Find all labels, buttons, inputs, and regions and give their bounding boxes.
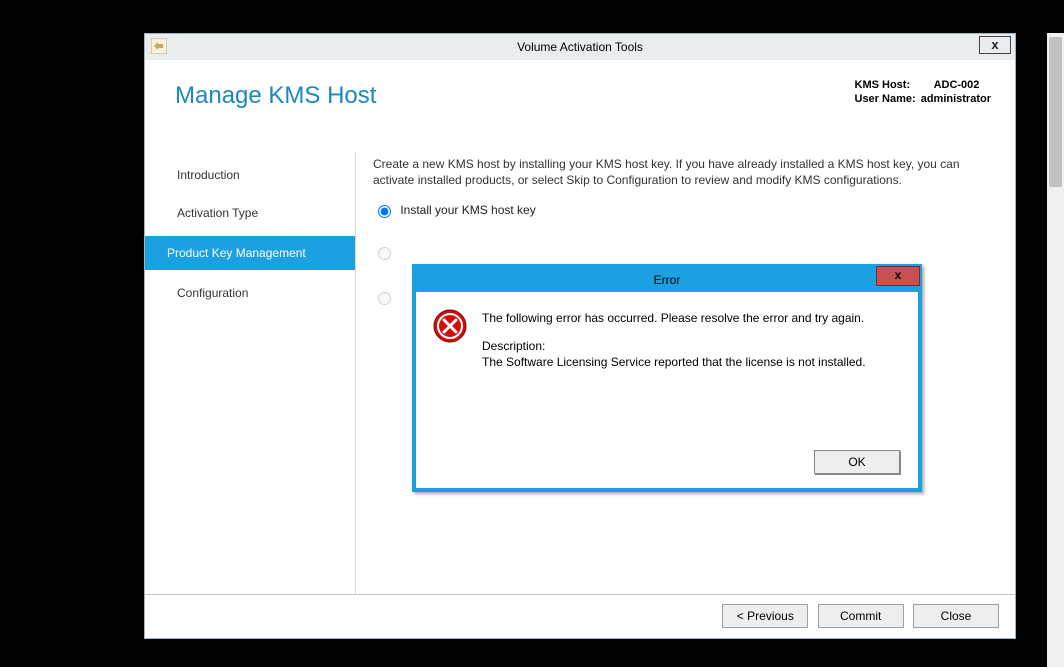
titlebar: Volume Activation Tools x [145, 34, 1015, 61]
commit-button[interactable]: Commit [818, 604, 904, 628]
page-header: Manage KMS Host KMS Host: ADC-002 User N… [145, 60, 1015, 152]
wizard-nav: Introduction Activation Type Product Key… [145, 152, 356, 594]
radio-hidden-2 [378, 292, 391, 305]
radio-install-key-label: Install your KMS host key [400, 203, 535, 217]
radio-install-key[interactable] [378, 205, 391, 218]
error-message: The following error has occurred. Please… [482, 310, 900, 326]
error-footer: OK [416, 444, 918, 488]
error-ok-button[interactable]: OK [814, 450, 900, 474]
kms-host-label: KMS Host: [855, 78, 925, 92]
window-title: Volume Activation Tools [145, 34, 1015, 60]
error-text: The following error has occurred. Please… [482, 310, 900, 370]
error-titlebar: Error x [416, 268, 918, 292]
scrollbar-thumb[interactable] [1049, 37, 1062, 187]
connection-info: KMS Host: ADC-002 User Name: administrat… [855, 78, 992, 106]
nav-item-activation-type[interactable]: Activation Type [165, 198, 335, 228]
nav-item-introduction[interactable]: Introduction [165, 160, 335, 190]
page-title: Manage KMS Host [175, 82, 376, 110]
error-title: Error [416, 268, 918, 292]
user-name-label: User Name: [855, 92, 916, 106]
option-install-key[interactable]: Install your KMS host key [373, 202, 995, 218]
error-close-button[interactable]: x [876, 266, 920, 286]
page-scrollbar[interactable] [1047, 33, 1064, 667]
nav-item-product-key-management[interactable]: Product Key Management [145, 236, 355, 270]
wizard-footer: < Previous Commit Close [145, 594, 1015, 638]
user-name-value: administrator [921, 92, 991, 106]
radio-hidden-1 [378, 247, 391, 260]
previous-button[interactable]: < Previous [722, 604, 808, 628]
error-icon [432, 308, 468, 344]
intro-text: Create a new KMS host by installing your… [373, 156, 995, 188]
nav-item-configuration[interactable]: Configuration [165, 278, 335, 308]
error-body: The following error has occurred. Please… [416, 292, 918, 444]
error-description: The Software Licensing Service reported … [482, 354, 900, 370]
error-dialog: Error x The following error has occurred… [412, 264, 922, 492]
kms-host-value: ADC-002 [934, 78, 980, 92]
window-close-button[interactable]: x [979, 36, 1011, 54]
error-description-label: Description: [482, 338, 900, 354]
close-button[interactable]: Close [913, 604, 999, 628]
